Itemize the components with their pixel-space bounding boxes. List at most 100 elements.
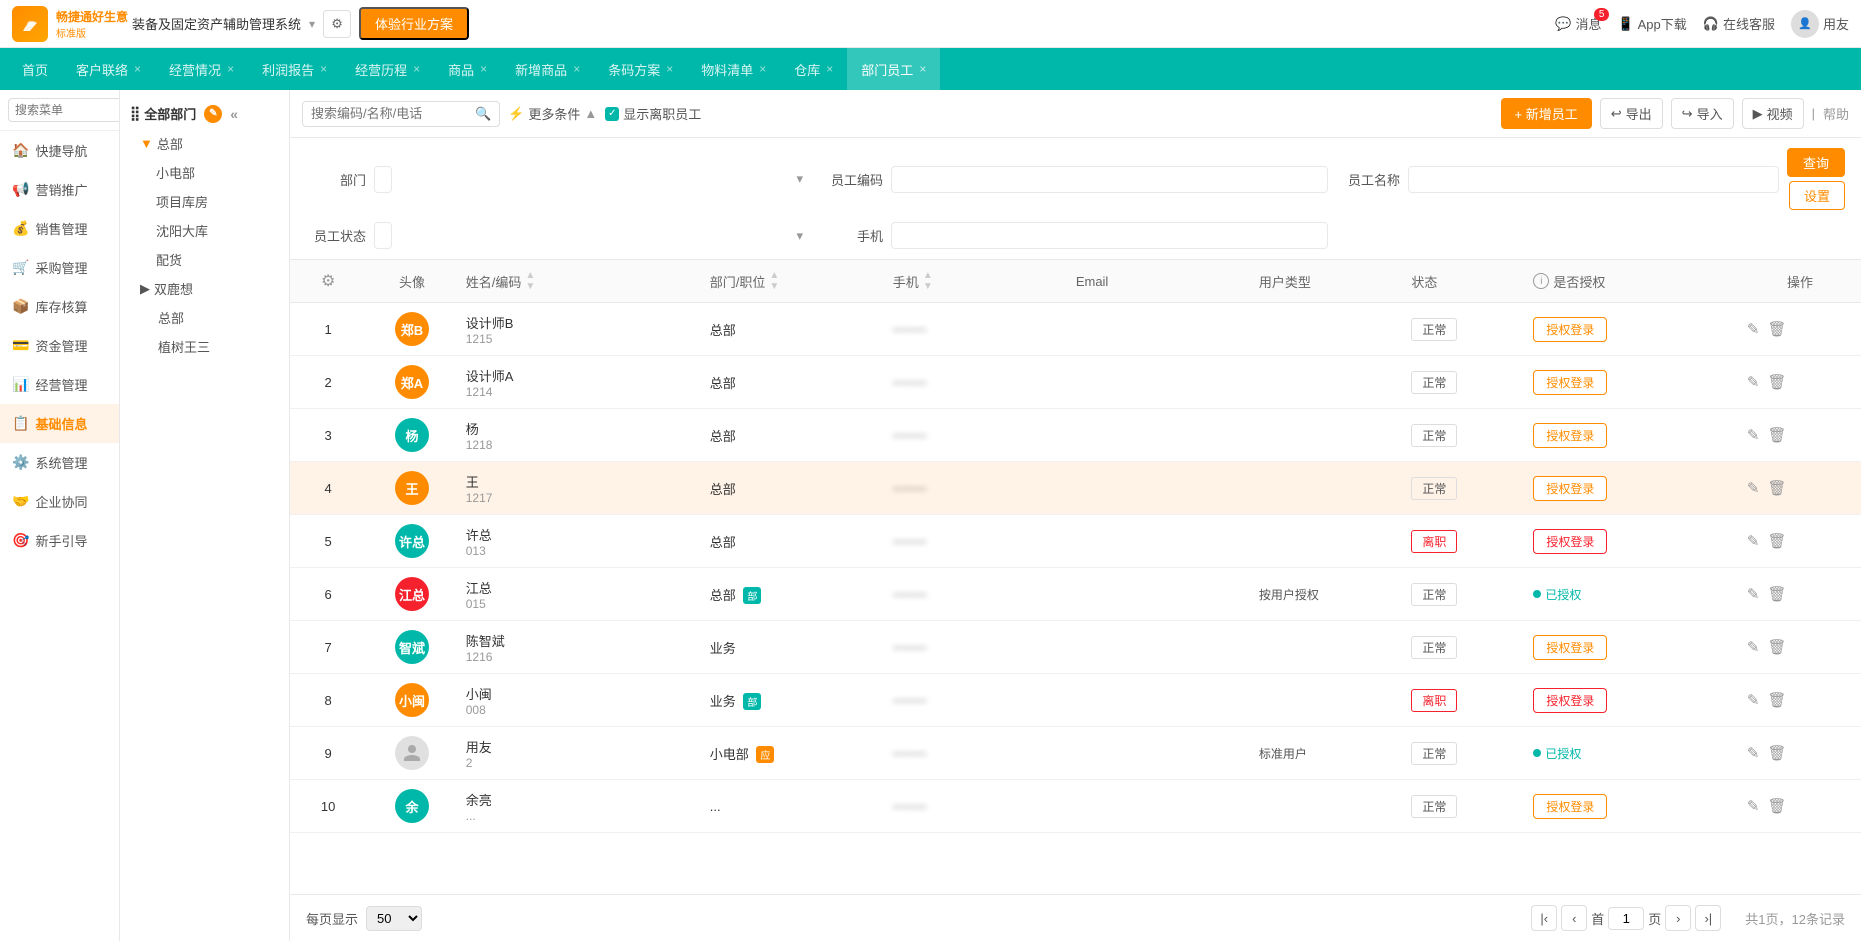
view-button[interactable]: ▶ 视频 [1742, 98, 1804, 129]
search-button[interactable]: 查询 [1787, 148, 1845, 177]
auth-button[interactable]: 授权登录 [1533, 688, 1607, 713]
close-icon[interactable]: × [826, 62, 833, 76]
close-icon[interactable]: × [919, 62, 926, 76]
dept-node-zhishu[interactable]: 植树王三 [120, 332, 289, 361]
tab-operation[interactable]: 经营情况× [155, 48, 248, 90]
export-button[interactable]: ↩ 导出 [1600, 98, 1663, 129]
edit-button[interactable]: ✎ [1747, 744, 1760, 762]
auth-button[interactable]: 授权登录 [1533, 635, 1607, 660]
tab-history[interactable]: 经营历程× [341, 48, 434, 90]
phone-input[interactable] [891, 222, 1328, 249]
edit-button[interactable]: ✎ [1747, 585, 1760, 603]
sidebar-item-quicknav[interactable]: 🏠 快捷导航 [0, 131, 119, 170]
page-input[interactable] [1608, 907, 1644, 930]
auth-button[interactable]: 授权登录 [1533, 476, 1607, 501]
close-icon[interactable]: × [320, 62, 327, 76]
filter-settings-button[interactable]: 设置 [1789, 181, 1845, 210]
gear-icon[interactable]: ⚙ [321, 273, 335, 290]
auth-info-icon[interactable]: i [1533, 273, 1549, 289]
message-btn[interactable]: 💬 消息 5 [1555, 14, 1601, 33]
tab-addgoods[interactable]: 新增商品× [501, 48, 594, 90]
sidebar-search-input[interactable] [8, 98, 120, 122]
close-icon[interactable]: × [413, 62, 420, 76]
delete-button[interactable]: 🗑 [1767, 797, 1786, 815]
edit-button[interactable]: ✎ [1747, 373, 1760, 391]
dept-subnode-project[interactable]: 项目库房 [120, 187, 289, 216]
close-icon[interactable]: × [134, 62, 141, 76]
delete-button[interactable]: 🗑 [1767, 532, 1786, 550]
sidebar-item-sales[interactable]: 💰 销售管理 [0, 209, 119, 248]
close-icon[interactable]: × [573, 62, 580, 76]
sidebar-item-collab[interactable]: 🤝 企业协同 [0, 482, 119, 521]
phone-sort-btn[interactable]: 手机 ▲▼ [893, 270, 1060, 292]
name-input[interactable] [1408, 166, 1779, 193]
tab-barcode[interactable]: 条码方案× [594, 48, 687, 90]
prev-page-btn[interactable]: ‹ [1561, 905, 1587, 931]
dept-select[interactable] [374, 166, 392, 193]
sidebar-item-guide[interactable]: 🎯 新手引导 [0, 521, 119, 560]
dept-collapse-btn[interactable]: « [230, 106, 238, 122]
delete-button[interactable]: 🗑 [1767, 426, 1786, 444]
edit-button[interactable]: ✎ [1747, 479, 1760, 497]
tab-goods[interactable]: 商品× [434, 48, 501, 90]
trial-button[interactable]: 体验行业方案 [359, 7, 469, 40]
delete-button[interactable]: 🗑 [1767, 320, 1786, 338]
first-page-btn[interactable]: |‹ [1531, 905, 1557, 931]
sidebar-item-basic[interactable]: 📋 基础信息 [0, 404, 119, 443]
add-employee-button[interactable]: + 新增员工 [1501, 98, 1592, 129]
import-button[interactable]: ↪ 导入 [1671, 98, 1734, 129]
online-service-btn[interactable]: 🎧 在线客服 [1703, 14, 1775, 33]
dept-sort-btn[interactable]: 部门/职位 ▲▼ [710, 270, 877, 292]
page-size-select[interactable]: 50 20 100 [366, 906, 422, 931]
search-input[interactable] [311, 106, 471, 121]
settings-gear[interactable]: ⚙ [323, 10, 351, 38]
edit-button[interactable]: ✎ [1747, 320, 1760, 338]
system-dropdown-icon[interactable]: ▾ [309, 17, 315, 31]
code-input[interactable] [891, 166, 1328, 193]
close-icon[interactable]: × [759, 62, 766, 76]
dept-node-zongbu[interactable]: ▼ 总部 [120, 129, 289, 158]
dept-subnode-xiaodian[interactable]: 小电部 [120, 158, 289, 187]
sidebar-item-marketing[interactable]: 📢 营销推广 [0, 170, 119, 209]
edit-button[interactable]: ✎ [1747, 426, 1760, 444]
dept-edit-btn[interactable]: ✎ [204, 105, 222, 123]
dept-node-shuanglu[interactable]: ▶ 双鹿想 [120, 274, 289, 303]
show-resigned-toggle[interactable]: ✓ 显示离职员工 [605, 104, 701, 123]
last-page-btn[interactable]: ›| [1695, 905, 1721, 931]
delete-button[interactable]: 🗑 [1767, 373, 1786, 391]
tab-warehouse[interactable]: 仓库× [780, 48, 847, 90]
delete-button[interactable]: 🗑 [1767, 744, 1786, 762]
auth-button[interactable]: 授权登录 [1533, 423, 1607, 448]
sidebar-item-purchase[interactable]: 🛒 采购管理 [0, 248, 119, 287]
auth-button[interactable]: 授权登录 [1533, 794, 1607, 819]
dept-node-zongbu2[interactable]: 总部 [120, 303, 289, 332]
user-area[interactable]: 👤 用友 [1791, 10, 1849, 38]
tab-customer[interactable]: 客户联络× [62, 48, 155, 90]
sidebar-item-business[interactable]: 📊 经营管理 [0, 365, 119, 404]
edit-button[interactable]: ✎ [1747, 638, 1760, 656]
edit-button[interactable]: ✎ [1747, 797, 1760, 815]
tab-home[interactable]: 首页 [8, 48, 62, 90]
tab-employees[interactable]: 部门员工× [847, 48, 940, 90]
auth-button[interactable]: 授权登录 [1533, 370, 1607, 395]
delete-button[interactable]: 🗑 [1767, 585, 1786, 603]
app-download-btn[interactable]: 📱 App下载 [1617, 14, 1686, 33]
delete-button[interactable]: 🗑 [1767, 691, 1786, 709]
close-icon[interactable]: × [227, 62, 234, 76]
edit-button[interactable]: ✎ [1747, 532, 1760, 550]
sidebar-item-inventory[interactable]: 📦 库存核算 [0, 287, 119, 326]
sidebar-item-system[interactable]: ⚙️ 系统管理 [0, 443, 119, 482]
auth-button[interactable]: 授权登录 [1533, 317, 1607, 342]
edit-button[interactable]: ✎ [1747, 691, 1760, 709]
auth-button[interactable]: 授权登录 [1533, 529, 1607, 554]
status-select[interactable] [374, 222, 392, 249]
close-icon[interactable]: × [666, 62, 673, 76]
delete-button[interactable]: 🗑 [1767, 638, 1786, 656]
close-icon[interactable]: × [480, 62, 487, 76]
delete-button[interactable]: 🗑 [1767, 479, 1786, 497]
dept-subnode-shenyang[interactable]: 沈阳大库 [120, 216, 289, 245]
sidebar-item-finance[interactable]: 💳 资金管理 [0, 326, 119, 365]
name-sort-btn[interactable]: 姓名/编码 ▲▼ [466, 270, 694, 292]
filter-more-btn[interactable]: ⚡ 更多条件 ▲ [508, 104, 597, 123]
tab-bom[interactable]: 物料清单× [687, 48, 780, 90]
